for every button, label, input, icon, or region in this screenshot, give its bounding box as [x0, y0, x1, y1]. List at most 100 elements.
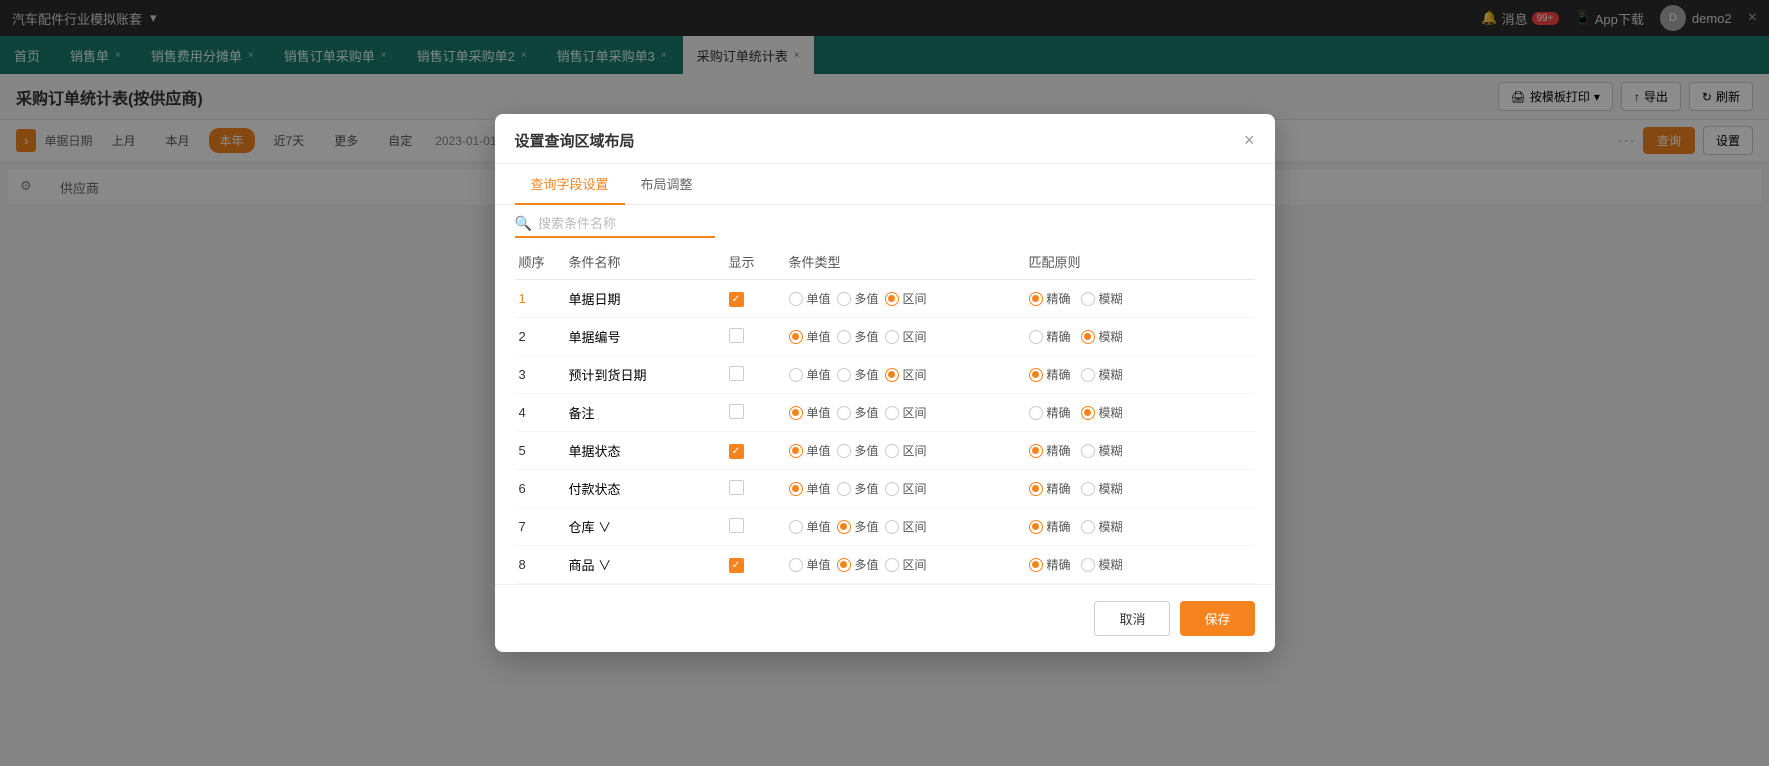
type-single[interactable]: 单值 — [789, 480, 831, 497]
match-fuzzy[interactable]: 模糊 — [1081, 328, 1123, 345]
row-check[interactable] — [729, 404, 789, 422]
radio-fuzzy[interactable] — [1081, 330, 1095, 344]
radio-multi[interactable] — [837, 292, 851, 306]
radio-range[interactable] — [885, 444, 899, 458]
row-check[interactable] — [729, 556, 789, 573]
row-check[interactable] — [729, 328, 789, 346]
radio-exact[interactable] — [1029, 330, 1043, 344]
radio-fuzzy[interactable] — [1081, 406, 1095, 420]
type-multi[interactable]: 多值 — [837, 556, 879, 573]
type-range[interactable]: 区间 — [885, 556, 927, 573]
type-multi[interactable]: 多值 — [837, 518, 879, 535]
row-checkbox[interactable] — [729, 404, 744, 419]
radio-multi[interactable] — [837, 558, 851, 572]
row-check[interactable] — [729, 290, 789, 307]
type-multi[interactable]: 多值 — [837, 404, 879, 421]
radio-single[interactable] — [789, 292, 803, 306]
type-multi[interactable]: 多值 — [837, 290, 879, 307]
radio-single[interactable] — [789, 520, 803, 534]
type-multi[interactable]: 多值 — [837, 366, 879, 383]
type-range[interactable]: 区间 — [885, 480, 927, 497]
save-button[interactable]: 保存 — [1180, 601, 1254, 636]
match-fuzzy[interactable]: 模糊 — [1081, 556, 1123, 573]
type-multi[interactable]: 多值 — [837, 480, 879, 497]
row-checkbox[interactable] — [729, 444, 744, 459]
radio-range[interactable] — [885, 368, 899, 382]
dialog-close-button[interactable]: × — [1244, 130, 1255, 151]
radio-range[interactable] — [885, 482, 899, 496]
match-exact[interactable]: 精确 — [1029, 366, 1071, 383]
row-checkbox[interactable] — [729, 328, 744, 343]
type-multi[interactable]: 多值 — [837, 328, 879, 345]
radio-fuzzy[interactable] — [1081, 520, 1095, 534]
match-fuzzy[interactable]: 模糊 — [1081, 442, 1123, 459]
row-check[interactable] — [729, 442, 789, 459]
radio-exact[interactable] — [1029, 444, 1043, 458]
type-single[interactable]: 单值 — [789, 442, 831, 459]
radio-exact[interactable] — [1029, 406, 1043, 420]
radio-range[interactable] — [885, 330, 899, 344]
match-exact[interactable]: 精确 — [1029, 518, 1071, 535]
radio-multi[interactable] — [837, 406, 851, 420]
radio-range[interactable] — [885, 520, 899, 534]
type-single[interactable]: 单值 — [789, 328, 831, 345]
match-fuzzy[interactable]: 模糊 — [1081, 404, 1123, 421]
radio-single[interactable] — [789, 368, 803, 382]
radio-exact[interactable] — [1029, 292, 1043, 306]
row-check[interactable] — [729, 518, 789, 536]
match-fuzzy[interactable]: 模糊 — [1081, 518, 1123, 535]
radio-multi[interactable] — [837, 520, 851, 534]
row-checkbox[interactable] — [729, 558, 744, 573]
type-range[interactable]: 区间 — [885, 366, 927, 383]
match-exact[interactable]: 精确 — [1029, 290, 1071, 307]
row-checkbox[interactable] — [729, 366, 744, 381]
radio-range[interactable] — [885, 406, 899, 420]
radio-multi[interactable] — [837, 482, 851, 496]
radio-exact[interactable] — [1029, 520, 1043, 534]
row-checkbox[interactable] — [729, 518, 744, 533]
row-check[interactable] — [729, 366, 789, 384]
match-exact[interactable]: 精确 — [1029, 442, 1071, 459]
radio-exact[interactable] — [1029, 368, 1043, 382]
radio-single[interactable] — [789, 330, 803, 344]
radio-single[interactable] — [789, 558, 803, 572]
search-input[interactable] — [538, 216, 698, 231]
match-exact[interactable]: 精确 — [1029, 404, 1071, 421]
dialog-tab-query[interactable]: 查询字段设置 — [515, 164, 625, 205]
radio-multi[interactable] — [837, 330, 851, 344]
match-exact[interactable]: 精确 — [1029, 556, 1071, 573]
radio-multi[interactable] — [837, 368, 851, 382]
match-exact[interactable]: 精确 — [1029, 480, 1071, 497]
match-fuzzy[interactable]: 模糊 — [1081, 480, 1123, 497]
radio-range[interactable] — [885, 292, 899, 306]
type-single[interactable]: 单值 — [789, 556, 831, 573]
row-checkbox[interactable] — [729, 292, 744, 307]
radio-range[interactable] — [885, 558, 899, 572]
type-range[interactable]: 区间 — [885, 518, 927, 535]
type-single[interactable]: 单值 — [789, 290, 831, 307]
radio-fuzzy[interactable] — [1081, 444, 1095, 458]
radio-fuzzy[interactable] — [1081, 292, 1095, 306]
type-multi[interactable]: 多值 — [837, 442, 879, 459]
radio-multi[interactable] — [837, 444, 851, 458]
match-fuzzy[interactable]: 模糊 — [1081, 366, 1123, 383]
radio-exact[interactable] — [1029, 558, 1043, 572]
match-fuzzy[interactable]: 模糊 — [1081, 290, 1123, 307]
radio-fuzzy[interactable] — [1081, 558, 1095, 572]
match-exact[interactable]: 精确 — [1029, 328, 1071, 345]
radio-single[interactable] — [789, 482, 803, 496]
type-range[interactable]: 区间 — [885, 290, 927, 307]
dialog-tab-layout[interactable]: 布局调整 — [625, 164, 709, 205]
row-check[interactable] — [729, 480, 789, 498]
row-checkbox[interactable] — [729, 480, 744, 495]
type-single[interactable]: 单值 — [789, 518, 831, 535]
type-range[interactable]: 区间 — [885, 404, 927, 421]
type-single[interactable]: 单值 — [789, 404, 831, 421]
radio-single[interactable] — [789, 406, 803, 420]
radio-fuzzy[interactable] — [1081, 368, 1095, 382]
radio-exact[interactable] — [1029, 482, 1043, 496]
type-single[interactable]: 单值 — [789, 366, 831, 383]
type-range[interactable]: 区间 — [885, 328, 927, 345]
radio-fuzzy[interactable] — [1081, 482, 1095, 496]
type-range[interactable]: 区间 — [885, 442, 927, 459]
